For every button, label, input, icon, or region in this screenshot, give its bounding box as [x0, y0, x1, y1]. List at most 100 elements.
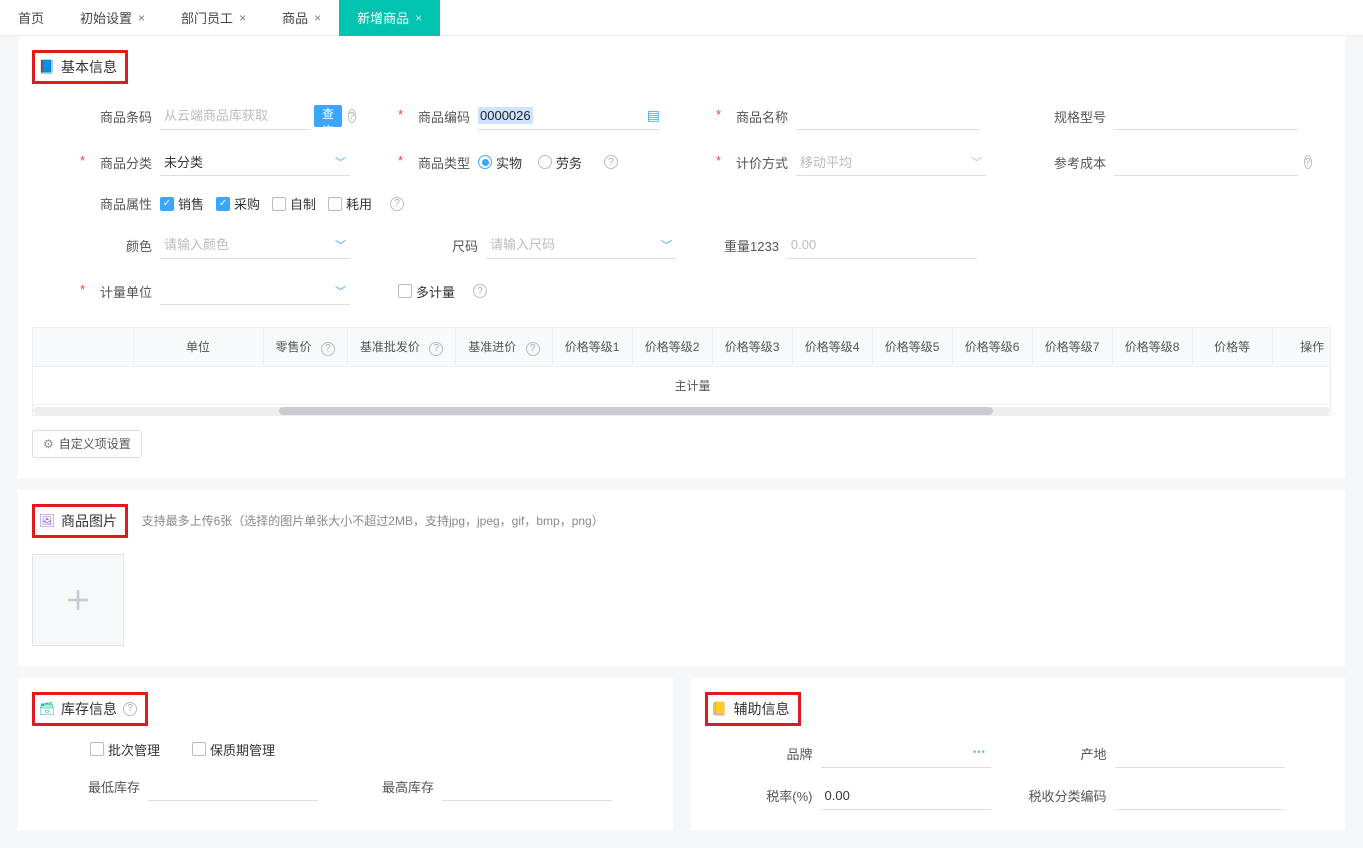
table-header: 价格等级5 [872, 328, 952, 366]
close-icon[interactable]: × [314, 11, 321, 25]
checkbox-icon [328, 197, 342, 211]
table-header: 价格等级6 [952, 328, 1032, 366]
spec-label: 规格型号 [1026, 107, 1114, 126]
price-table: 单位 零售价 ? 基准批发价 ? 基准进价 ? 价格等级1 价格等级2 价格等级… [32, 327, 1331, 416]
ref-cost-input[interactable] [1114, 148, 1298, 176]
help-icon[interactable]: ? [429, 342, 443, 356]
table-header: 单位 [133, 328, 263, 366]
button-label: 自定义项设置 [59, 435, 131, 452]
barcode-input[interactable] [160, 102, 310, 130]
close-icon[interactable]: × [239, 11, 246, 25]
basic-info-card: 📘 基本信息 商品条码 查询 ? 商品编码 0000026 ▤ 商品名称 规格型… [18, 36, 1345, 478]
color-label: 颜色 [72, 236, 160, 255]
tab-products[interactable]: 商品 × [264, 0, 339, 36]
radio-icon [538, 155, 552, 169]
barcode-label: 商品条码 [72, 107, 160, 126]
section-header-images: 🖼 商品图片 [35, 507, 125, 535]
close-icon[interactable]: × [415, 11, 422, 25]
tab-label: 部门员工 [181, 8, 233, 27]
help-icon[interactable]: ? [348, 109, 356, 123]
inventory-card: 🗃 库存信息 ? 批次管理 保质期管理 最低库存 [18, 678, 673, 830]
category-label: 商品分类 [72, 153, 160, 172]
checkbox-icon: ✓ [160, 197, 174, 211]
checkbox-label: 耗用 [346, 194, 372, 213]
table-header: 价格等级7 [1032, 328, 1112, 366]
tab-home[interactable]: 首页 [0, 0, 62, 36]
weight-label: 重量1233 [724, 236, 787, 255]
aux-card: 📒 辅助信息 品牌 ⋯ 产地 税率(%) 税收分 [691, 678, 1346, 830]
price-method-select[interactable] [796, 148, 986, 176]
close-icon[interactable]: × [138, 11, 145, 25]
highlight-box: 📒 辅助信息 [705, 692, 801, 726]
tab-label: 商品 [282, 8, 308, 27]
type-radio-service[interactable]: 劳务 [538, 153, 582, 172]
checkbox-icon [272, 197, 286, 211]
checkbox-label: 批次管理 [108, 740, 160, 759]
spec-input[interactable] [1114, 102, 1298, 130]
section-header-aux: 📒 辅助信息 [708, 695, 798, 723]
origin-label: 产地 [1027, 744, 1115, 763]
tax-rate-input[interactable] [821, 782, 991, 810]
help-icon[interactable]: ? [604, 155, 618, 169]
more-icon[interactable]: ⋯ [973, 744, 987, 760]
code-input[interactable]: 0000026 [478, 107, 533, 124]
custom-fields-button[interactable]: ⚙ 自定义项设置 [32, 430, 142, 458]
weight-input[interactable] [787, 231, 977, 259]
tab-initial-settings[interactable]: 初始设置 × [62, 0, 163, 36]
tax-rate-label: 税率(%) [733, 786, 821, 805]
attr-checkbox-purchase[interactable]: ✓ 采购 [216, 194, 260, 213]
table-row: 主计量 [33, 367, 1331, 405]
type-radio-goods[interactable]: 实物 [478, 153, 522, 172]
help-icon[interactable]: ? [473, 284, 487, 298]
section-title: 辅助信息 [734, 699, 790, 719]
highlight-box: 🖼 商品图片 [32, 504, 128, 538]
help-icon[interactable]: ? [123, 702, 137, 716]
tab-dept-staff[interactable]: 部门员工 × [163, 0, 264, 36]
radio-label: 实物 [496, 153, 522, 172]
section-header-basic: 📘 基本信息 [35, 53, 125, 81]
table-header: 价格等级3 [712, 328, 792, 366]
size-select[interactable] [486, 231, 676, 259]
brand-input[interactable] [821, 740, 991, 768]
origin-input[interactable] [1115, 740, 1285, 768]
table-cell: 主计量 [33, 367, 1331, 405]
tab-new-product[interactable]: 新增商品 × [339, 0, 440, 36]
code-input-wrap[interactable]: 0000026 ▤ [478, 102, 660, 130]
document-icon[interactable]: ▤ [647, 107, 660, 124]
multi-unit-checkbox[interactable]: 多计量 [398, 282, 455, 301]
image-upload-button[interactable] [32, 554, 124, 646]
batch-checkbox[interactable]: 批次管理 [90, 740, 160, 759]
attr-checkbox-sale[interactable]: ✓ 销售 [160, 194, 204, 213]
shelflife-checkbox[interactable]: 保质期管理 [192, 740, 275, 759]
checkbox-icon [192, 742, 206, 756]
unit-select[interactable] [160, 277, 350, 305]
table-header: 价格等级1 [552, 328, 632, 366]
name-input[interactable] [796, 102, 980, 130]
barcode-query-button[interactable]: 查询 [314, 105, 342, 127]
brand-label: 品牌 [733, 744, 821, 763]
code-label: 商品编码 [390, 107, 478, 126]
category-select[interactable] [160, 148, 350, 176]
radio-label: 劳务 [556, 153, 582, 172]
attr-checkbox-consume[interactable]: 耗用 [328, 194, 372, 213]
help-icon[interactable]: ? [1304, 155, 1312, 169]
highlight-box: 🗃 库存信息 ? [32, 692, 148, 726]
image-icon: 🖼 [39, 513, 55, 529]
checkbox-label: 保质期管理 [210, 740, 275, 759]
table-header-row: 单位 零售价 ? 基准批发价 ? 基准进价 ? 价格等级1 价格等级2 价格等级… [33, 328, 1331, 366]
help-icon[interactable]: ? [321, 342, 335, 356]
tab-label: 首页 [18, 8, 44, 27]
table-header: 基准批发价 ? [347, 328, 455, 366]
horizontal-scrollbar[interactable] [33, 407, 1330, 415]
help-icon[interactable]: ? [526, 342, 540, 356]
help-icon[interactable]: ? [390, 197, 404, 211]
price-method-label: 计价方式 [708, 153, 796, 172]
tab-label: 新增商品 [357, 8, 409, 27]
attr-checkbox-self[interactable]: 自制 [272, 194, 316, 213]
color-select[interactable] [160, 231, 350, 259]
tax-code-input[interactable] [1115, 782, 1285, 810]
table-header: 价格等级8 [1112, 328, 1192, 366]
images-card: 🖼 商品图片 支持最多上传6张（选择的图片单张大小不超过2MB，支持jpg，jp… [18, 490, 1345, 666]
inventory-icon: 🗃 [39, 701, 55, 717]
section-title: 库存信息 [61, 699, 117, 719]
